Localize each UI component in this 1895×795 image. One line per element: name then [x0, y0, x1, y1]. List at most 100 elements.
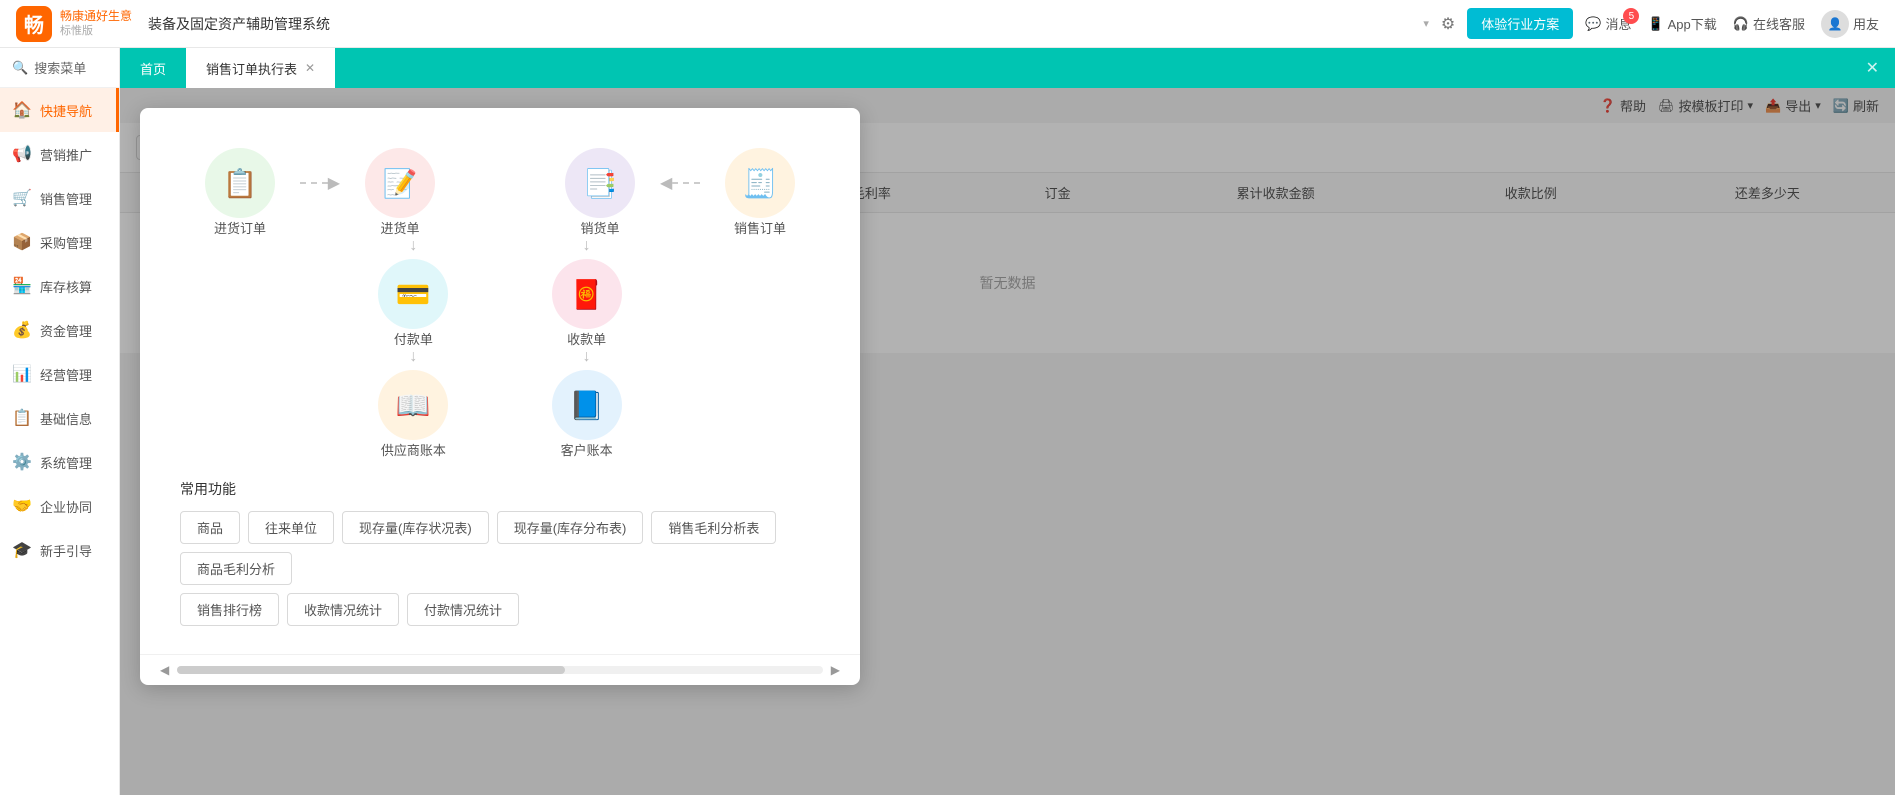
sidebar-item-label: 销售管理: [40, 189, 92, 208]
func-btn-stock-dist[interactable]: 现存量(库存分布表): [497, 511, 644, 544]
sidebar-search[interactable]: 🔍 搜索菜单: [0, 48, 119, 88]
common-functions-title: 常用功能: [180, 479, 820, 499]
purchase-order-circle: 📋: [205, 148, 275, 218]
sidebar-item-label: 采购管理: [40, 233, 92, 252]
node-customer-account[interactable]: 📘 客户账本: [527, 370, 647, 459]
search-icon: 🔍: [12, 60, 28, 76]
message-nav-item[interactable]: 💬 消息 5: [1585, 14, 1631, 33]
node-payment-bill[interactable]: 💳 付款单: [353, 259, 473, 348]
node-sales-order[interactable]: 🧾 销售订单: [700, 148, 820, 237]
user-nav-item[interactable]: 👤 用友: [1821, 10, 1879, 38]
purchase-bill-label: 进货单: [380, 218, 419, 237]
logo-text: 畅康通好生意 标惟版: [60, 9, 132, 39]
modal-flow-area: 📋 进货订单 ▶: [140, 108, 860, 479]
sidebar-item-label: 快捷导航: [40, 101, 92, 120]
func-btn-payment-stats[interactable]: 付款情况统计: [407, 593, 519, 626]
sidebar-item-quick-nav[interactable]: 🏠 快捷导航: [0, 88, 119, 132]
marketing-icon: 📢: [12, 144, 32, 164]
home-icon: 🏠: [12, 100, 32, 120]
sidebar-item-marketing[interactable]: 📢 营销推广: [0, 132, 119, 176]
sidebar-item-operations[interactable]: 📊 经营管理: [0, 352, 119, 396]
func-btn-sales-ranking[interactable]: 销售排行榜: [180, 593, 279, 626]
sidebar-item-enterprise[interactable]: 🤝 企业协同: [0, 484, 119, 528]
scroll-right-icon[interactable]: ▶: [831, 663, 840, 677]
node-receipt-bill[interactable]: 🧧 收款单: [527, 259, 647, 348]
modal-box: 📋 进货订单 ▶: [140, 108, 860, 685]
message-badge: 5: [1623, 8, 1639, 24]
supplier-account-label: 供应商账本: [381, 440, 446, 459]
system-title: 装备及固定资产辅助管理系统: [148, 14, 1411, 34]
func-btn-receipt-stats[interactable]: 收款情况统计: [287, 593, 399, 626]
logo-area: 畅 畅康通好生意 标惟版: [16, 6, 136, 42]
logo-icon: 畅: [16, 6, 52, 42]
node-purchase-bill[interactable]: 📝 进货单: [340, 148, 460, 237]
sidebar-item-system[interactable]: ⚙️ 系统管理: [0, 440, 119, 484]
customer-account-label: 客户账本: [561, 440, 613, 459]
sales-bill-circle: 📑: [565, 148, 635, 218]
sidebar-item-sales[interactable]: 🛒 销售管理: [0, 176, 119, 220]
func-btn-goods[interactable]: 商品: [180, 511, 240, 544]
purchase-icon: 📦: [12, 232, 32, 252]
sales-bill-label: 销货单: [580, 218, 619, 237]
supplier-account-circle: 📖: [378, 370, 448, 440]
scrollbar-thumb: [177, 666, 564, 674]
sidebar-item-label: 库存核算: [40, 277, 92, 296]
sidebar-item-guide[interactable]: 🎓 新手引导: [0, 528, 119, 572]
app-download-label: App下载: [1668, 14, 1717, 33]
experience-button[interactable]: 体验行业方案: [1467, 8, 1573, 39]
common-functions: 常用功能 商品 往来单位 现存量(库存状况表) 现存量(库存分布表) 销售毛利分…: [140, 479, 860, 654]
tab-sales-order[interactable]: 销售订单执行表 ✕: [186, 48, 335, 88]
sidebar-item-label: 资金管理: [40, 321, 92, 340]
sidebar-item-purchase[interactable]: 📦 采购管理: [0, 220, 119, 264]
node-purchase-order[interactable]: 📋 进货订单: [180, 148, 300, 237]
page-content: ❓ 帮助 🖨 按模板打印 ▾ 📤 导出 ▾ 🔄: [120, 88, 1895, 795]
sidebar-item-label: 经营管理: [40, 365, 92, 384]
online-service-nav-item[interactable]: 🎧 在线客服: [1733, 14, 1805, 33]
tab-sales-order-label: 销售订单执行表: [206, 59, 297, 78]
close-window-icon[interactable]: ✕: [1866, 58, 1879, 78]
scroll-left-icon[interactable]: ◀: [160, 663, 169, 677]
operations-icon: 📊: [12, 364, 32, 384]
system-icon: ⚙️: [12, 452, 32, 472]
function-btns-row2: 销售排行榜 收款情况统计 付款情况统计: [180, 593, 820, 626]
function-btns-row1: 商品 往来单位 现存量(库存状况表) 现存量(库存分布表) 销售毛利分析表 商品…: [180, 511, 820, 585]
sales-order-circle: 🧾: [725, 148, 795, 218]
tab-home[interactable]: 首页: [120, 48, 186, 88]
func-btn-goods-profit[interactable]: 商品毛利分析: [180, 552, 292, 585]
dropdown-arrow-icon[interactable]: ▾: [1423, 17, 1429, 30]
modal-overlay: 📋 进货订单 ▶: [120, 88, 1895, 795]
main-layout: 🔍 搜索菜单 🏠 快捷导航 📢 营销推广 🛒 销售管理 📦 采购管理 🏪: [0, 48, 1895, 795]
sidebar-item-label: 营销推广: [40, 145, 92, 164]
guide-icon: 🎓: [12, 540, 32, 560]
sales-icon: 🛒: [12, 188, 32, 208]
enterprise-icon: 🤝: [12, 496, 32, 516]
finance-icon: 💰: [12, 320, 32, 340]
sidebar-item-label: 基础信息: [40, 409, 92, 428]
settings-icon[interactable]: ⚙: [1441, 14, 1455, 34]
sidebar-item-basic-info[interactable]: 📋 基础信息: [0, 396, 119, 440]
sidebar-item-label: 新手引导: [40, 541, 92, 560]
payment-bill-label: 付款单: [394, 329, 433, 348]
payment-bill-circle: 💳: [378, 259, 448, 329]
tab-close-icon[interactable]: ✕: [305, 61, 315, 75]
download-icon: 📱: [1647, 16, 1663, 32]
tab-home-label: 首页: [140, 59, 166, 78]
search-label: 搜索菜单: [34, 58, 86, 77]
user-avatar: 👤: [1821, 10, 1849, 38]
node-supplier-account[interactable]: 📖 供应商账本: [353, 370, 473, 459]
sidebar-item-label: 系统管理: [40, 453, 92, 472]
app-download-nav-item[interactable]: 📱 App下载: [1647, 14, 1716, 33]
sidebar-item-inventory[interactable]: 🏪 库存核算: [0, 264, 119, 308]
func-btn-sales-analysis[interactable]: 销售毛利分析表: [651, 511, 776, 544]
inventory-icon: 🏪: [12, 276, 32, 296]
message-icon: 💬: [1585, 16, 1601, 32]
scrollbar-track[interactable]: [177, 666, 823, 674]
func-btn-stock-status[interactable]: 现存量(库存状况表): [342, 511, 489, 544]
sidebar-item-finance[interactable]: 💰 资金管理: [0, 308, 119, 352]
func-btn-parties[interactable]: 往来单位: [248, 511, 334, 544]
node-sales-bill[interactable]: 📑 销货单: [540, 148, 660, 237]
receipt-bill-circle: 🧧: [552, 259, 622, 329]
user-label: 用友: [1853, 14, 1879, 33]
modal-scrollbar: ◀ ▶: [140, 654, 860, 685]
customer-account-circle: 📘: [552, 370, 622, 440]
